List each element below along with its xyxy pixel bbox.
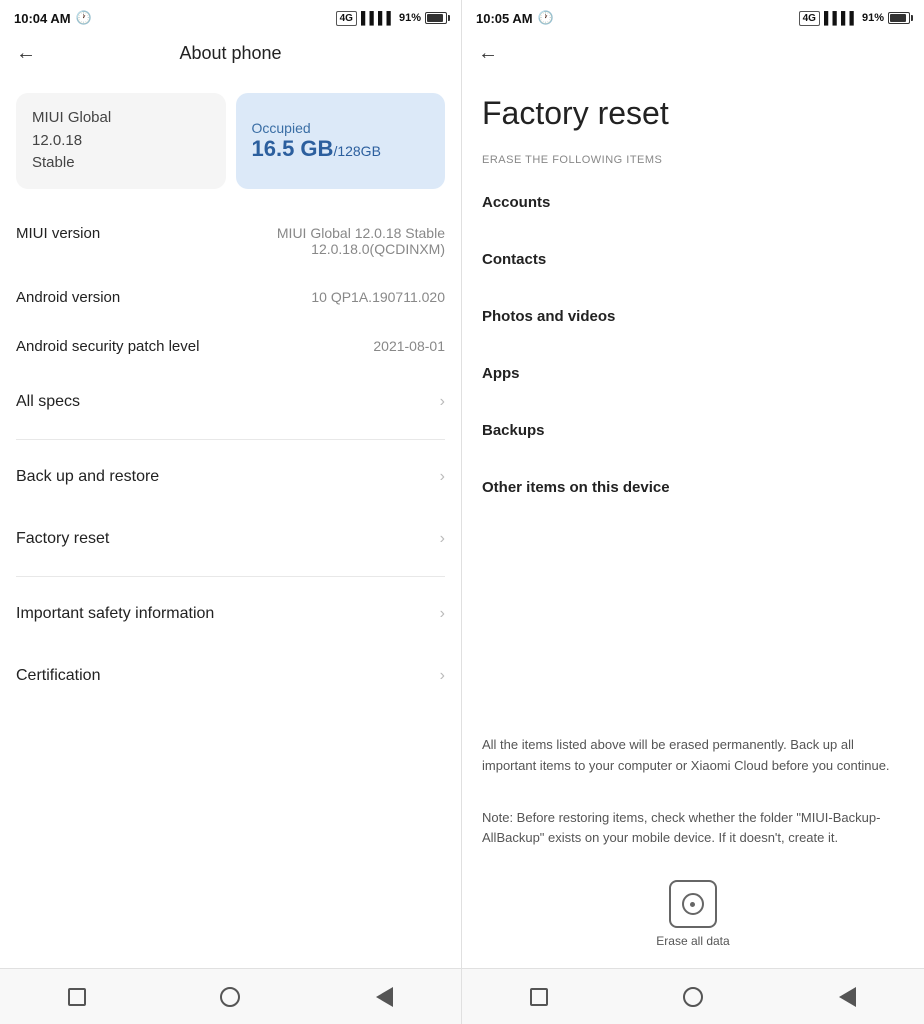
erase-icon-inner [682,893,704,915]
alarm-icon: 🕐 [76,10,92,26]
certification-row[interactable]: Certification › [0,645,461,707]
factory-reset-title: Factory reset [462,75,924,144]
right-home-icon [683,987,703,1007]
right-home-btn[interactable] [679,983,707,1011]
factory-reset-label: Factory reset [16,530,109,548]
right-signal-icon: ▌▌▌▌ [824,11,858,25]
miui-version-label: MIUI version [16,225,176,242]
erase-items-list: Accounts Contacts Photos and videos Apps… [462,174,924,719]
network-icon: 4G [336,11,357,26]
warning-text-1: All the items listed above will be erase… [462,719,924,791]
all-specs-row[interactable]: All specs › [0,371,461,433]
miui-version-text: MIUI Global 12.0.18 Stable [32,107,210,175]
left-home-icon [220,987,240,1007]
miui-header: MIUI Global 12.0.18 Stable Occupied 16.5… [16,93,445,189]
backup-restore-label: Back up and restore [16,468,159,486]
left-status-bar: 10:04 AM 🕐 4G ▌▌▌▌ 91% [0,0,461,32]
storage-total: 128GB [337,143,381,159]
left-bottom-nav [0,968,461,1024]
all-specs-chevron: › [440,393,445,411]
right-bottom-nav [462,968,924,1024]
left-status-right: 4G ▌▌▌▌ 91% [336,11,447,26]
left-back-icon [376,987,393,1007]
miui-version-value: MIUI Global 12.0.18 Stable12.0.18.0(QCDI… [176,225,445,257]
factory-reset-row[interactable]: Factory reset › [0,508,461,570]
left-time: 10:04 AM [14,11,71,26]
android-security-row: Android security patch level 2021-08-01 [0,322,461,371]
miui-info-box: MIUI Global 12.0.18 Stable [16,93,226,189]
erase-button-label: Erase all data [656,934,729,948]
storage-amount: 16.5 GB [252,136,334,161]
right-status-bar: 10:05 AM 🕐 4G ▌▌▌▌ 91% [462,0,924,32]
right-panel: 10:05 AM 🕐 4G ▌▌▌▌ 91% ← Factory reset E… [462,0,924,1024]
android-version-value: 10 QP1A.190711.020 [176,289,445,305]
right-back-icon [839,987,856,1007]
all-specs-label: All specs [16,393,80,411]
right-alarm-icon: 🕐 [538,10,554,26]
left-status-left: 10:04 AM 🕐 [14,10,92,26]
right-status-left: 10:05 AM 🕐 [476,10,554,26]
left-home-btn[interactable] [216,983,244,1011]
storage-display: 16.5 GB/128GB [252,136,430,162]
erase-button-container: Erase all data [462,864,924,968]
divider-1 [16,439,445,440]
erase-all-data-button[interactable]: Erase all data [656,880,729,948]
erase-item-accounts: Accounts [462,174,924,231]
miui-version-row: MIUI version MIUI Global 12.0.18 Stable1… [0,209,461,273]
left-square-icon [68,988,86,1006]
backup-restore-chevron: › [440,468,445,486]
signal-icon: ▌▌▌▌ [361,11,395,25]
erase-icon-dot [690,902,695,907]
factory-reset-chevron: › [440,530,445,548]
right-top-nav: ← [462,32,924,75]
safety-info-chevron: › [440,605,445,623]
left-back-btn[interactable] [370,983,398,1011]
left-page-title: About phone [48,43,413,64]
android-security-value: 2021-08-01 [199,338,445,354]
certification-label: Certification [16,667,100,685]
erase-item-contacts: Contacts [462,231,924,288]
right-status-right: 4G ▌▌▌▌ 91% [799,11,910,26]
android-version-row: Android version 10 QP1A.190711.020 [0,273,461,322]
about-content: MIUI Global 12.0.18 Stable Occupied 16.5… [0,75,461,968]
right-square-btn[interactable] [525,983,553,1011]
left-panel: 10:04 AM 🕐 4G ▌▌▌▌ 91% ← About phone MIU… [0,0,462,1024]
left-back-button[interactable]: ← [16,42,36,65]
android-version-label: Android version [16,289,176,306]
right-network-icon: 4G [799,11,820,26]
warning-text-2: Note: Before restoring items, check whet… [462,792,924,864]
left-top-nav: ← About phone [0,32,461,75]
right-square-icon [530,988,548,1006]
erase-section-label: ERASE THE FOLLOWING ITEMS [462,144,924,174]
erase-item-backups: Backups [462,402,924,459]
right-battery-icon [888,12,910,24]
erase-item-apps: Apps [462,345,924,402]
right-battery-percent: 91% [862,12,884,24]
divider-2 [16,576,445,577]
erase-icon-square [669,880,717,928]
android-security-label: Android security patch level [16,338,199,355]
backup-restore-row[interactable]: Back up and restore › [0,446,461,508]
left-square-btn[interactable] [63,983,91,1011]
erase-item-photos: Photos and videos [462,288,924,345]
safety-info-label: Important safety information [16,605,214,623]
right-back-button[interactable]: ← [478,42,498,65]
occupied-label: Occupied [252,120,430,136]
certification-chevron: › [440,667,445,685]
safety-info-row[interactable]: Important safety information › [0,583,461,645]
battery-percent: 91% [399,12,421,24]
right-time: 10:05 AM [476,11,533,26]
battery-icon [425,12,447,24]
erase-item-other: Other items on this device [462,459,924,516]
storage-box: Occupied 16.5 GB/128GB [236,93,446,189]
right-back-btn[interactable] [833,983,861,1011]
